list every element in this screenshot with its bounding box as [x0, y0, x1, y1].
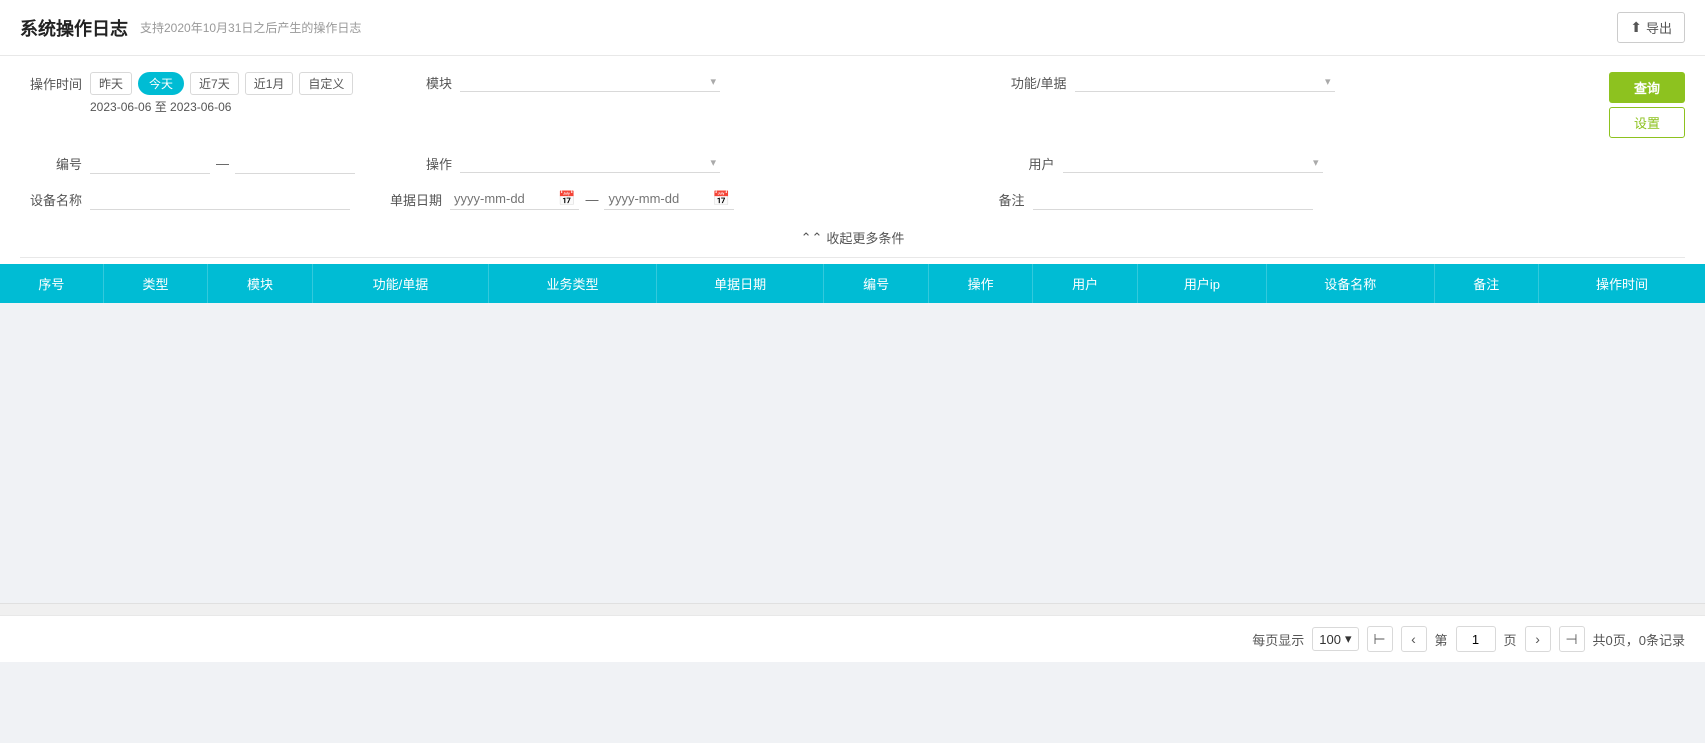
- data-table: 序号类型模块功能/单据业务类型单据日期编号操作用户用户ip设备名称备注操作时间: [0, 264, 1705, 303]
- number-dash: —: [210, 156, 235, 171]
- remark-input[interactable]: [1033, 188, 1313, 210]
- operation-filter-label: 操作: [390, 154, 460, 173]
- table-header-row: 序号类型模块功能/单据业务类型单据日期编号操作用户用户ip设备名称备注操作时间: [0, 264, 1705, 303]
- per-page-arrow: ▾: [1345, 631, 1352, 647]
- filter-row-1: 操作时间 昨天 今天 近7天 近1月 自定义 2023-06-06 至 2023…: [20, 72, 1685, 138]
- date-end-input[interactable]: [608, 191, 708, 206]
- table-column-header: 编号: [824, 264, 928, 303]
- user-label: 用户: [993, 154, 1063, 173]
- module-filter-block: 模块 ▾: [390, 72, 975, 92]
- voucher-date-filter-block: 单据日期 📅 — 📅: [390, 188, 963, 210]
- module-label: 模块: [390, 73, 460, 92]
- table-header: 序号类型模块功能/单据业务类型单据日期编号操作用户用户ip设备名称备注操作时间: [0, 264, 1705, 303]
- device-input[interactable]: [90, 188, 350, 210]
- export-icon: ⬆: [1630, 19, 1642, 36]
- page-suffix: 页: [1504, 630, 1517, 649]
- export-button[interactable]: ⬆ 导出: [1617, 12, 1685, 43]
- collapse-button[interactable]: ⌃⌃ 收起更多条件: [801, 228, 905, 247]
- calendar-icon-2[interactable]: 📅: [712, 190, 729, 207]
- total-label: 共0页，0条记录: [1593, 630, 1685, 649]
- query-button[interactable]: 查询: [1609, 72, 1685, 103]
- no-data-area: [0, 303, 1705, 603]
- per-page-label: 每页显示: [1252, 630, 1304, 649]
- filter-area: 操作时间 昨天 今天 近7天 近1月 自定义 2023-06-06 至 2023…: [0, 56, 1705, 264]
- date-dash: —: [579, 192, 604, 207]
- first-page-button[interactable]: ⊢: [1367, 626, 1393, 652]
- number-input-start[interactable]: [90, 152, 210, 174]
- last1month-btn[interactable]: 近1月: [245, 72, 294, 95]
- page-subtitle: 支持2020年10月31日之后产生的操作日志: [140, 19, 361, 36]
- remark-filter-block: 备注: [993, 188, 1566, 210]
- date-start-wrap: 📅: [450, 188, 579, 210]
- table-container: 序号类型模块功能/单据业务类型单据日期编号操作用户用户ip设备名称备注操作时间: [0, 264, 1705, 303]
- page-title: 系统操作日志: [20, 15, 128, 41]
- chevron-down-icon: ▾: [710, 75, 716, 88]
- per-page-value: 100: [1319, 632, 1341, 647]
- settings-button[interactable]: 设置: [1609, 107, 1685, 138]
- chevron-down-icon-4: ▾: [1313, 156, 1319, 169]
- collapse-icon: ⌃⌃: [801, 230, 823, 246]
- page-prefix: 第: [1435, 630, 1448, 649]
- table-column-header: 模块: [208, 264, 312, 303]
- page-header: 系统操作日志 支持2020年10月31日之后产生的操作日志 ⬆ 导出: [0, 0, 1705, 56]
- title-group: 系统操作日志 支持2020年10月31日之后产生的操作日志: [20, 15, 361, 41]
- operation-select[interactable]: ▾: [460, 153, 720, 173]
- date-range-display: 2023-06-06 至 2023-06-06: [90, 98, 231, 115]
- remark-label: 备注: [993, 190, 1033, 209]
- page-number-input[interactable]: [1456, 626, 1496, 652]
- last7days-btn[interactable]: 近7天: [190, 72, 239, 95]
- horizontal-scrollbar[interactable]: [0, 603, 1705, 615]
- voucher-date-label: 单据日期: [390, 190, 450, 209]
- device-label: 设备名称: [20, 190, 90, 209]
- filter-row-3: 设备名称 单据日期 📅 — 📅 备注: [20, 188, 1685, 210]
- module-select[interactable]: ▾: [460, 72, 720, 92]
- action-buttons: 查询 设置: [1609, 72, 1685, 138]
- table-column-header: 备注: [1434, 264, 1538, 303]
- number-input-end[interactable]: [235, 152, 355, 174]
- chevron-down-icon-3: ▾: [710, 156, 716, 169]
- table-column-header: 用户: [1033, 264, 1137, 303]
- table-column-header: 功能/单据: [312, 264, 488, 303]
- scrollbar-inner: [0, 604, 1705, 605]
- table-column-header: 操作: [928, 264, 1032, 303]
- number-filter-block: 编号 —: [20, 152, 360, 174]
- user-select[interactable]: ▾: [1063, 153, 1323, 173]
- time-filter-top: 操作时间 昨天 今天 近7天 近1月 自定义: [20, 72, 353, 95]
- prev-page-button[interactable]: ‹: [1401, 626, 1427, 652]
- device-filter-block: 设备名称: [20, 188, 360, 210]
- number-label: 编号: [20, 154, 90, 173]
- table-column-header: 单据日期: [656, 264, 824, 303]
- function-filter-block: 功能/单据 ▾: [1005, 72, 1590, 92]
- table-column-header: 用户ip: [1137, 264, 1266, 303]
- custom-btn[interactable]: 自定义: [299, 72, 353, 95]
- function-select[interactable]: ▾: [1075, 72, 1335, 92]
- date-range-text: 2023-06-06 至 2023-06-06: [90, 100, 231, 114]
- filter-row-2: 编号 — 操作 ▾ 用户 ▾: [20, 152, 1685, 174]
- export-label: 导出: [1646, 18, 1672, 37]
- next-page-button[interactable]: ›: [1525, 626, 1551, 652]
- collapse-bar: ⌃⌃ 收起更多条件: [20, 224, 1685, 258]
- table-column-header: 类型: [103, 264, 207, 303]
- user-filter-block: 用户 ▾: [993, 153, 1566, 173]
- table-column-header: 操作时间: [1539, 264, 1705, 303]
- table-column-header: 设备名称: [1266, 264, 1434, 303]
- time-buttons: 昨天 今天 近7天 近1月 自定义: [90, 72, 353, 95]
- calendar-icon-1[interactable]: 📅: [558, 190, 575, 207]
- date-start-input[interactable]: [454, 191, 554, 206]
- time-filter-block: 操作时间 昨天 今天 近7天 近1月 自定义 2023-06-06 至 2023…: [20, 72, 360, 115]
- date-end-wrap: 📅: [604, 188, 733, 210]
- function-label: 功能/单据: [1005, 73, 1075, 92]
- operation-time-label: 操作时间: [20, 74, 90, 93]
- pagination-bar: 每页显示 100 ▾ ⊢ ‹ 第 页 › ⊣ 共0页，0条记录: [0, 615, 1705, 662]
- chevron-down-icon-2: ▾: [1325, 75, 1331, 88]
- yesterday-btn[interactable]: 昨天: [90, 72, 132, 95]
- last-page-button[interactable]: ⊣: [1559, 626, 1585, 652]
- today-btn[interactable]: 今天: [138, 72, 184, 95]
- table-column-header: 序号: [0, 264, 103, 303]
- table-column-header: 业务类型: [489, 264, 657, 303]
- collapse-label: 收起更多条件: [826, 228, 904, 247]
- operation-filter-block: 操作 ▾: [390, 153, 963, 173]
- per-page-select[interactable]: 100 ▾: [1312, 627, 1358, 651]
